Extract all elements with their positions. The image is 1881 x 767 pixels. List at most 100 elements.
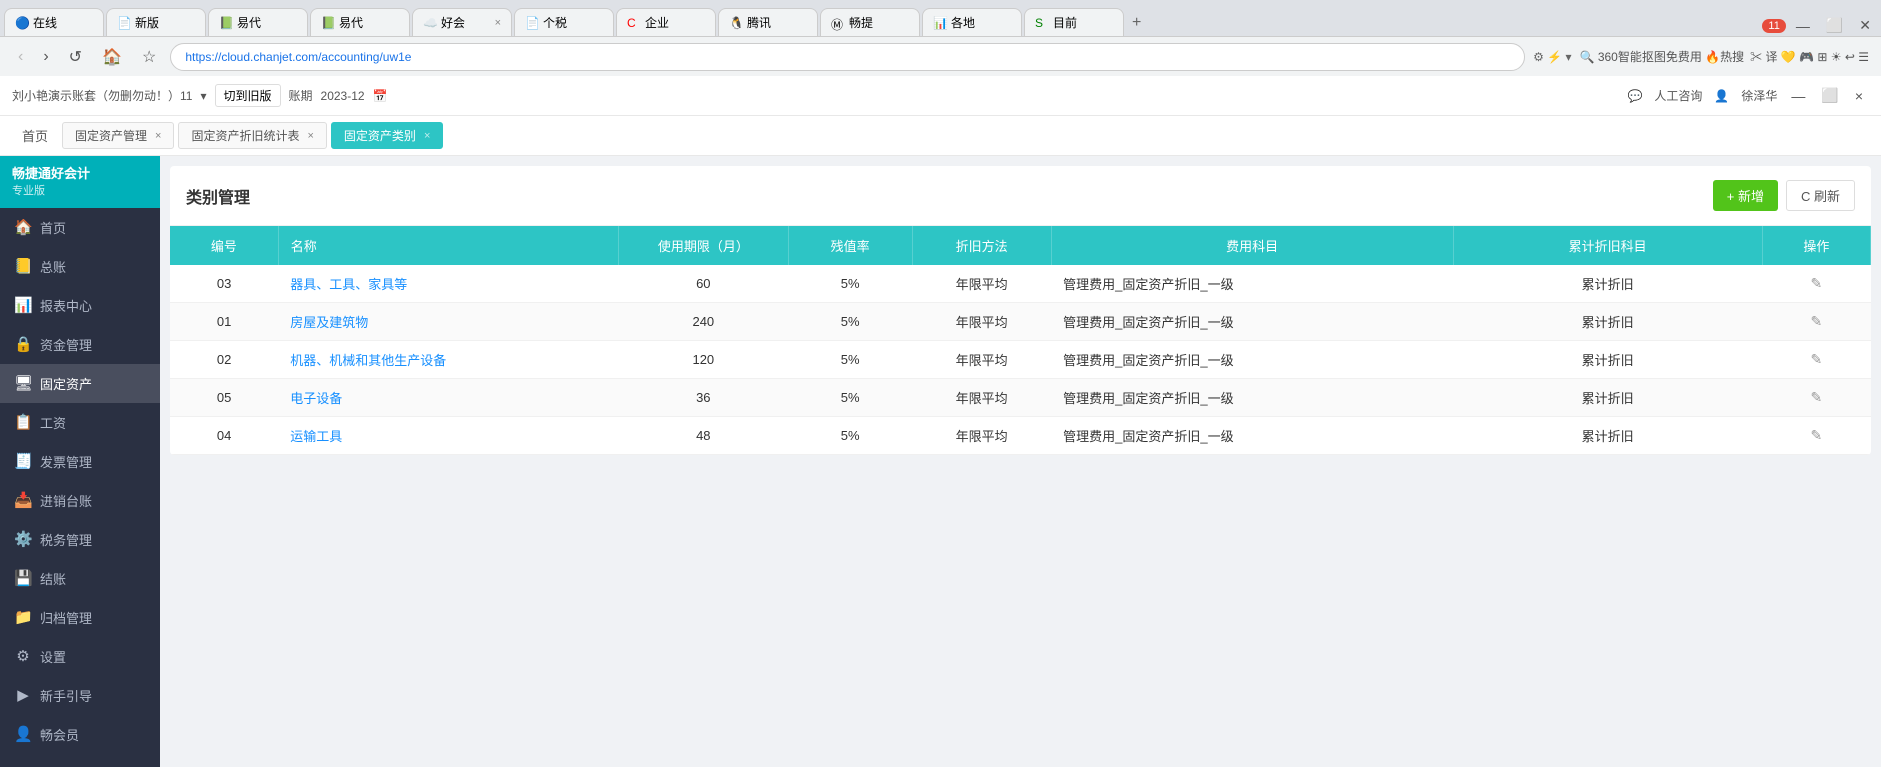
app-window-close[interactable]: × — [1849, 85, 1869, 106]
cell-method-2: 年限平均 — [912, 341, 1051, 379]
invoice-icon: 🧾 — [14, 452, 32, 470]
sidebar-item-reports[interactable]: 📊 报表中心 — [0, 286, 160, 325]
switch-version-button[interactable]: 切到旧版 — [215, 84, 281, 107]
cell-name-3[interactable]: 电子设备 — [278, 379, 618, 417]
sidebar-item-archive[interactable]: 📁 归档管理 — [0, 598, 160, 637]
cell-months-2: 120 — [618, 341, 788, 379]
edit-icon-4[interactable]: ✎ — [1811, 427, 1823, 443]
tab-fixed-asset-mgmt-close[interactable]: × — [155, 130, 161, 142]
edit-icon-2[interactable]: ✎ — [1811, 351, 1823, 367]
sidebar-item-ledger[interactable]: 📒 总账 — [0, 247, 160, 286]
cell-id-0: 03 — [170, 265, 278, 303]
sidebar-item-fixed-assets[interactable]: 🖥 固定资产 — [0, 364, 160, 403]
cell-accumulated-3: 累计折旧 — [1453, 379, 1762, 417]
dropdown-icon[interactable]: ▾ — [200, 89, 206, 103]
sidebar-item-guide[interactable]: ▶ 新手引导 — [0, 676, 160, 715]
sidebar-item-invoice[interactable]: 🧾 发票管理 — [0, 442, 160, 481]
home-icon: 🏠 — [14, 218, 32, 236]
refresh-button[interactable]: C 刷新 — [1786, 180, 1855, 211]
app-window-restore[interactable]: ⬜ — [1815, 85, 1844, 106]
tab-icon-5: ☁️ — [423, 16, 437, 30]
tab-depreciation-table[interactable]: 固定资产折旧统计表 × — [178, 122, 326, 149]
cell-method-3: 年限平均 — [912, 379, 1051, 417]
cell-edit-1[interactable]: ✎ — [1762, 303, 1870, 341]
back-button[interactable]: ‹ — [12, 46, 29, 68]
browser-tab-3[interactable]: 📗 易代 — [208, 8, 308, 36]
cell-name-2[interactable]: 机器、机械和其他生产设备 — [278, 341, 618, 379]
col-header-months: 使用期限（月） — [618, 226, 788, 265]
table-row: 03 器具、工具、家具等 60 5% 年限平均 管理费用_固定资产折旧_一级 累… — [170, 265, 1871, 303]
sidebar-item-purchase-sales[interactable]: 📥 进销台账 — [0, 481, 160, 520]
browser-tab-9[interactable]: Ⓜ 畅提 — [820, 8, 920, 36]
cell-edit-0[interactable]: ✎ — [1762, 265, 1870, 303]
cell-method-0: 年限平均 — [912, 265, 1051, 303]
cell-edit-4[interactable]: ✎ — [1762, 417, 1870, 455]
bookmark-button[interactable]: ☆ — [136, 45, 162, 69]
ledger-icon: 📒 — [14, 257, 32, 275]
cell-name-0[interactable]: 器具、工具、家具等 — [278, 265, 618, 303]
cell-edit-2[interactable]: ✎ — [1762, 341, 1870, 379]
forward-button[interactable]: › — [37, 46, 54, 68]
sidebar-item-settings[interactable]: ⚙ 设置 — [0, 637, 160, 676]
address-bar: ‹ › ↺ 🏠 ☆ ⚙ ⚡ ▾ 🔍 360智能抠图免费用 🔥热搜 ✂ 译 💛 🎮… — [0, 36, 1881, 76]
browser-tab-5[interactable]: ☁️ 好会 × — [412, 8, 512, 36]
browser-tab-10[interactable]: 📊 各地 — [922, 8, 1022, 36]
browser-tab-8[interactable]: 🐧 腾讯 — [718, 8, 818, 36]
sidebar: 畅捷通好会计 专业版 🏠 首页 📒 总账 📊 报表中心 🔒 资金管理 — [0, 156, 160, 767]
browser-tab-5-close[interactable]: × — [495, 17, 501, 29]
tab-asset-category-close[interactable]: × — [424, 130, 430, 142]
app-header: 刘小艳演示账套（勿删勿动！）11 ▾ 切到旧版 账期 2023-12 📅 💬 人… — [0, 76, 1881, 116]
sidebar-item-home[interactable]: 🏠 首页 — [0, 208, 160, 247]
browser-tab-1[interactable]: 🔵 在线 — [4, 8, 104, 36]
header-info: 刘小艳演示账套（勿删勿动！）11 ▾ 切到旧版 账期 2023-12 📅 — [12, 84, 388, 107]
tab-icon-2: 📄 — [117, 16, 131, 30]
browser-tab-2[interactable]: 📄 新版 — [106, 8, 206, 36]
browser-tab-11[interactable]: S 目前 — [1024, 8, 1124, 36]
tab-icon-10: 📊 — [933, 16, 947, 30]
edit-icon-0[interactable]: ✎ — [1811, 275, 1823, 291]
tab-home[interactable]: 首页 — [12, 122, 58, 149]
cell-id-3: 05 — [170, 379, 278, 417]
window-restore-button[interactable]: ⬜ — [1820, 15, 1849, 36]
browser-tab-6[interactable]: 📄 个税 — [514, 8, 614, 36]
address-input[interactable] — [170, 43, 1525, 71]
new-tab-button[interactable]: + — [1126, 14, 1147, 32]
sidebar-item-changjie[interactable]: 👤 畅会员 — [0, 715, 160, 754]
sidebar-item-tax[interactable]: ⚙️ 税务管理 — [0, 520, 160, 559]
browser-actions: 🔍 360智能抠图免费用 🔥热搜 ✂ 译 💛 🎮 ⊞ ☀ ↩ ☰ — [1580, 48, 1869, 65]
cell-months-3: 36 — [618, 379, 788, 417]
window-minimize-button[interactable]: — — [1790, 16, 1816, 36]
cell-expense-1: 管理费用_固定资产折旧_一级 — [1051, 303, 1453, 341]
edit-icon-3[interactable]: ✎ — [1811, 389, 1823, 405]
add-button[interactable]: + 新增 — [1713, 180, 1778, 211]
reload-button[interactable]: ↺ — [63, 45, 88, 69]
sidebar-item-closing[interactable]: 💾 结账 — [0, 559, 160, 598]
sidebar-item-payroll[interactable]: 📋 工资 — [0, 403, 160, 442]
tab-icon-3: 📗 — [219, 16, 233, 30]
guide-icon: ▶ — [14, 686, 32, 704]
window-close-button[interactable]: ✕ — [1853, 15, 1877, 36]
header-right: 💬 人工咨询 👤 徐泽华 — [1627, 87, 1777, 104]
cell-name-1[interactable]: 房屋及建筑物 — [278, 303, 618, 341]
calendar-icon[interactable]: 📅 — [373, 89, 388, 103]
cell-edit-3[interactable]: ✎ — [1762, 379, 1870, 417]
tab-asset-category[interactable]: 固定资产类别 × — [331, 122, 443, 149]
category-table: 编号 名称 使用期限（月） 残值率 折旧方法 费用科目 累计折旧科目 操作 03 — [170, 226, 1871, 455]
cell-id-2: 02 — [170, 341, 278, 379]
table-header: 编号 名称 使用期限（月） 残值率 折旧方法 费用科目 累计折旧科目 操作 — [170, 226, 1871, 265]
tab-fixed-asset-mgmt[interactable]: 固定资产管理 × — [62, 122, 174, 149]
period-label: 账期 — [289, 87, 313, 104]
edit-icon-1[interactable]: ✎ — [1811, 313, 1823, 329]
app-window-min[interactable]: — — [1785, 85, 1811, 106]
period-value: 2023-12 — [321, 89, 365, 103]
tab-depreciation-table-close[interactable]: × — [307, 130, 313, 142]
browser-tab-4[interactable]: 📗 易代 — [310, 8, 410, 36]
cell-name-4[interactable]: 运输工具 — [278, 417, 618, 455]
home-button[interactable]: 🏠 — [96, 45, 128, 69]
table-row: 02 机器、机械和其他生产设备 120 5% 年限平均 管理费用_固定资产折旧_… — [170, 341, 1871, 379]
service-label[interactable]: 人工咨询 — [1654, 87, 1702, 104]
browser-tab-7[interactable]: C 企业 — [616, 8, 716, 36]
user-avatar-icon: 👤 — [1714, 89, 1729, 103]
sidebar-item-funds[interactable]: 🔒 资金管理 — [0, 325, 160, 364]
table-row: 04 运输工具 48 5% 年限平均 管理费用_固定资产折旧_一级 累计折旧 ✎ — [170, 417, 1871, 455]
